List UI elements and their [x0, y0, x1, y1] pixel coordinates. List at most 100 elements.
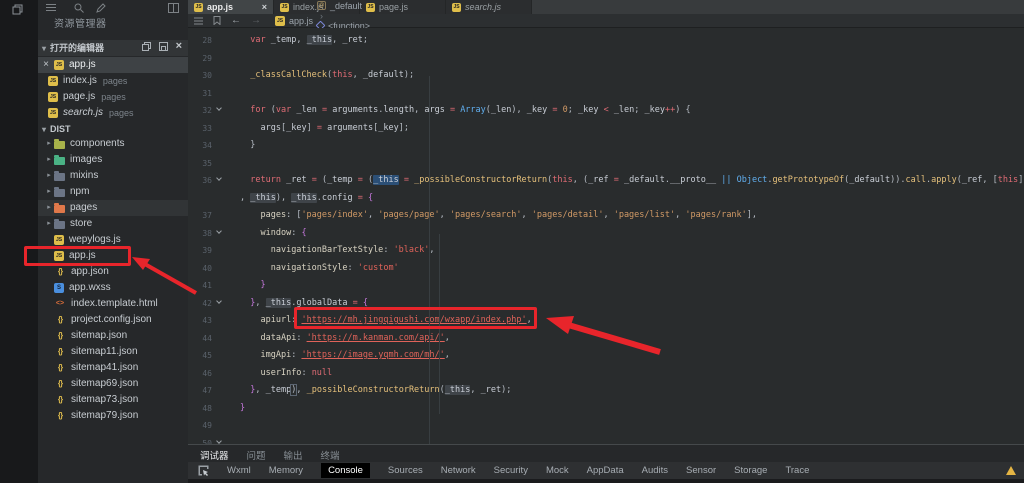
tab-close-icon[interactable]: ×	[262, 2, 267, 12]
token: 'pages/list'	[613, 210, 676, 220]
bookmark-icon[interactable]	[213, 16, 221, 25]
save-all-icon[interactable]	[158, 42, 168, 51]
dist-section-header[interactable]: ▾ DIST	[38, 121, 188, 137]
code-line[interactable]: 38 window: {	[188, 225, 1024, 243]
devtools-tab-security[interactable]: Security	[494, 465, 528, 476]
devtools-tab-trace[interactable]: Trace	[785, 465, 809, 476]
code-line[interactable]: 50	[188, 435, 1024, 445]
tree-item-mixins[interactable]: ▸ mixins	[38, 168, 188, 184]
tree-item-project.config.json[interactable]: {} project.config.json	[38, 312, 188, 328]
token: _this	[291, 192, 317, 203]
open-editor-item-app.js[interactable]: × JS app.js	[38, 57, 188, 73]
devtools-tab-memory[interactable]: Memory	[269, 465, 303, 476]
code-line[interactable]: 37 pages: ['pages/index', 'pages/page', …	[188, 207, 1024, 225]
code-line[interactable]: 32 for (var _len = arguments.length, arg…	[188, 102, 1024, 120]
tree-item-npm[interactable]: ▸ npm	[38, 184, 188, 200]
editor-tab-app.js[interactable]: JS app.js ×	[188, 0, 274, 14]
code-line[interactable]: 45 imgApi: 'https://image.yqmh.com/mh/',	[188, 347, 1024, 365]
json-file-icon: {}	[57, 347, 63, 356]
code-line[interactable]: 36 return _ret = (_temp = (_this = _poss…	[188, 172, 1024, 190]
code-line[interactable]: 44 dataApi: 'https://m.kanman.com/api/',	[188, 330, 1024, 348]
tree-item-images[interactable]: ▸ images	[38, 152, 188, 168]
line-number: 47	[202, 386, 212, 395]
code-line[interactable]: 28 var _temp, _this, _ret;	[188, 32, 1024, 50]
fold-indicator[interactable]	[212, 225, 226, 243]
devtools-tab-wxml[interactable]: Wxml	[227, 465, 251, 476]
code-line[interactable]: 31	[188, 85, 1024, 103]
devtools-tab-audits[interactable]: Audits	[642, 465, 668, 476]
code-line[interactable]: 46 userInfo: null	[188, 365, 1024, 383]
code-line[interactable]: 41 }	[188, 277, 1024, 295]
token: {	[368, 192, 374, 203]
devtools-tab-storage[interactable]: Storage	[734, 465, 767, 476]
code-line[interactable]: 49	[188, 417, 1024, 435]
tree-item-components[interactable]: ▸ components	[38, 136, 188, 152]
outline-list-icon[interactable]	[194, 17, 203, 25]
tree-item-store[interactable]: ▸ store	[38, 216, 188, 232]
close-all-icon[interactable]: ×	[176, 41, 182, 52]
new-editor-icon[interactable]	[141, 42, 151, 51]
warning-icon[interactable]	[1006, 466, 1016, 475]
tree-item-sitemap73.json[interactable]: {} sitemap73.json	[38, 392, 188, 408]
token: _default	[362, 70, 404, 80]
split-editor-icon[interactable]	[168, 3, 179, 13]
code-line[interactable]: 39 navigationBarTextStyle: 'black',	[188, 242, 1024, 260]
tree-item-sitemap69.json[interactable]: {} sitemap69.json	[38, 376, 188, 392]
close-icon[interactable]: ×	[38, 57, 54, 73]
inspect-element-icon[interactable]	[198, 465, 209, 476]
window-restore-icon[interactable]	[12, 4, 23, 15]
devtools-tab-mock[interactable]: Mock	[546, 465, 569, 476]
tree-item-sitemap.json[interactable]: {} sitemap.json	[38, 328, 188, 344]
code-line[interactable]: 40 navigationStyle: 'custom'	[188, 260, 1024, 278]
open-editor-item-index.js[interactable]: JS index.js pages	[38, 73, 188, 89]
devtools-tab-network[interactable]: Network	[441, 465, 476, 476]
token: 'black'	[393, 245, 430, 255]
search-icon[interactable]	[74, 3, 84, 13]
token: ,	[414, 105, 425, 115]
token: _key	[526, 105, 548, 115]
devtools-tab-sources[interactable]: Sources	[388, 465, 423, 476]
code-line[interactable]: 30 _classCallCheck(this, _default);	[188, 67, 1024, 85]
code-editor[interactable]: 28 var _temp, _this, _ret; 29 30 _classCal…	[188, 28, 1024, 444]
nav-forward-icon[interactable]: →	[251, 15, 261, 26]
devtools-tab-appdata[interactable]: AppData	[587, 465, 624, 476]
token: =	[352, 192, 368, 203]
tree-item-index.template.html[interactable]: <> index.template.html	[38, 296, 188, 312]
chevron-down-icon	[216, 105, 222, 111]
tree-item-sitemap11.json[interactable]: {} sitemap11.json	[38, 344, 188, 360]
open-editor-item-search.js[interactable]: JS search.js pages	[38, 105, 188, 121]
tree-item-sitemap79.json[interactable]: {} sitemap79.json	[38, 408, 188, 424]
code-line[interactable]: 35	[188, 155, 1024, 173]
fold-indicator	[212, 260, 226, 278]
code-line[interactable]: , _this), _this.config = {	[188, 190, 1024, 208]
code-line[interactable]: 33 args[_key] = arguments[_key];	[188, 120, 1024, 138]
fold-indicator[interactable]	[212, 295, 226, 313]
tree-item-sitemap41.json[interactable]: {} sitemap41.json	[38, 360, 188, 376]
code-line[interactable]: 34 }	[188, 137, 1024, 155]
tree-item-app.wxss[interactable]: Sapp.wxss	[38, 280, 188, 296]
fold-indicator[interactable]	[212, 102, 226, 120]
fold-indicator[interactable]	[212, 172, 226, 190]
fold-indicator[interactable]	[212, 435, 226, 445]
tree-item-label: sitemap79.json	[71, 410, 139, 421]
edit-pen-icon[interactable]	[96, 3, 106, 13]
devtools-tab-sensor[interactable]: Sensor	[686, 465, 716, 476]
tree-item-pages[interactable]: ▸ pages	[38, 200, 188, 216]
editor-tab-search.js[interactable]: JS search.js	[446, 0, 532, 14]
token: imgApi	[260, 350, 292, 360]
token: {	[362, 297, 369, 308]
code-line[interactable]: 47 }, _temp), _possibleConstructorReturn…	[188, 382, 1024, 400]
tree-item-app.json[interactable]: {} app.json	[38, 264, 188, 280]
devtools-tab-console[interactable]: Console	[321, 463, 370, 478]
open-editors-header[interactable]: ▾ 打开的编辑器 ×	[38, 40, 188, 56]
list-icon[interactable]	[46, 3, 56, 12]
nav-back-icon[interactable]: ←	[231, 15, 241, 26]
tree-item-label: sitemap69.json	[71, 378, 139, 389]
open-editor-item-page.js[interactable]: JS page.js pages	[38, 89, 188, 105]
breadcrumb-item[interactable]: @ _default	[317, 1, 370, 11]
code-line[interactable]: 48}	[188, 400, 1024, 418]
code-line[interactable]: 29	[188, 50, 1024, 68]
breadcrumb-file[interactable]: JS app.js	[275, 15, 313, 26]
